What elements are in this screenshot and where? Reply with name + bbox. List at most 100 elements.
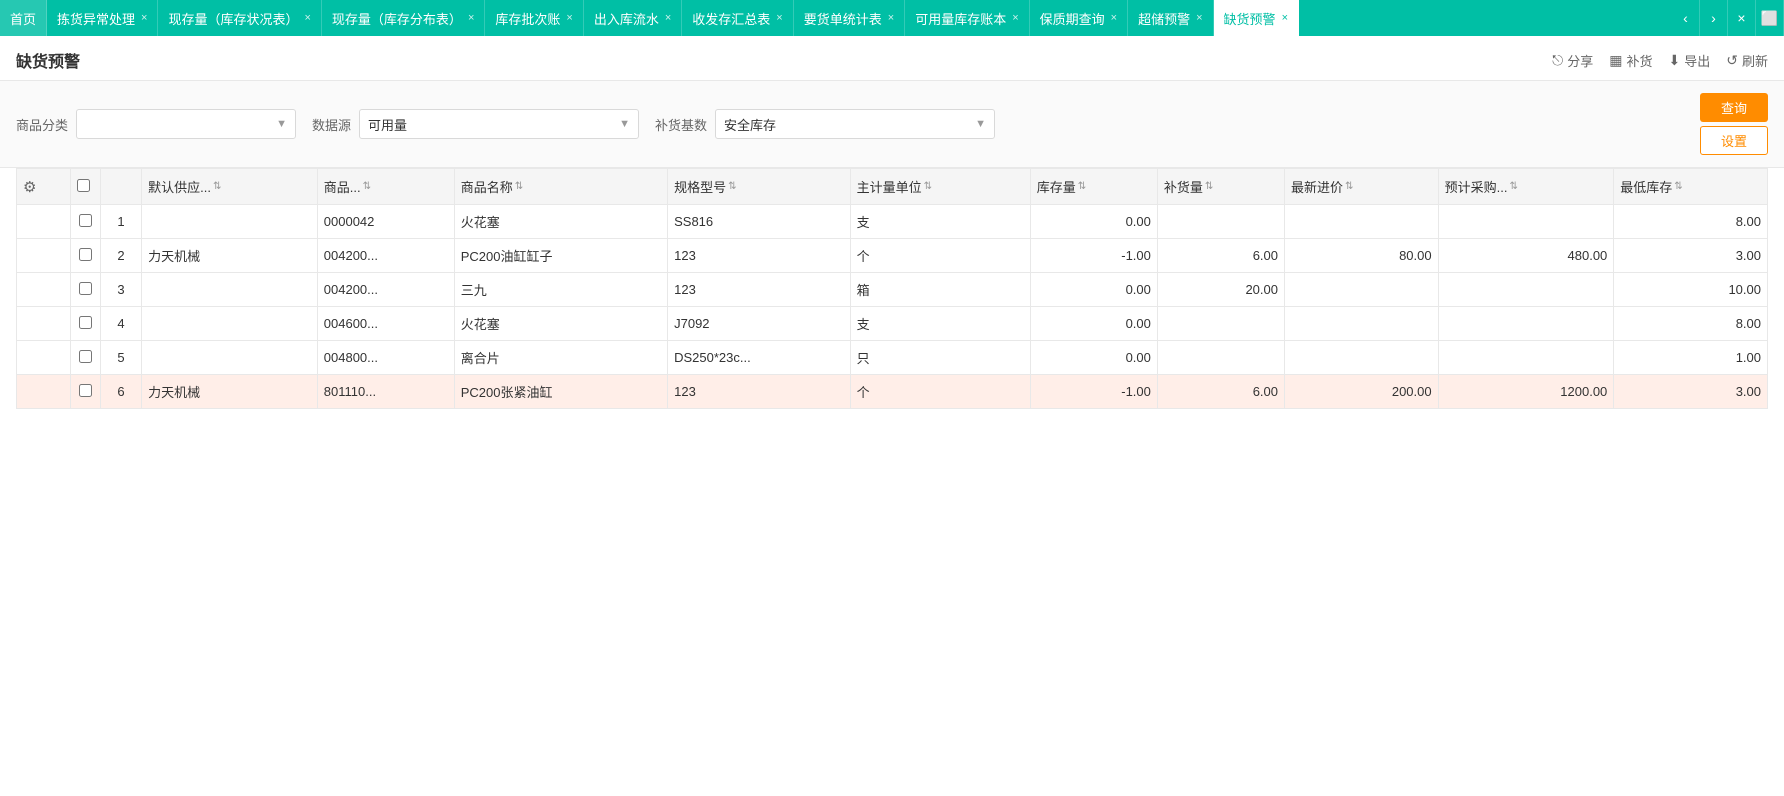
row-checkbox-1[interactable]	[79, 248, 92, 261]
row-num-5: 6	[100, 375, 141, 409]
close-tab-req[interactable]: ×	[888, 12, 894, 24]
row-replenish-3	[1157, 307, 1284, 341]
table-row: 3 004200... 三九 123 箱 0.00 20.00 10.00	[17, 273, 1768, 307]
sort-unit-icon[interactable]: ⇅	[924, 181, 932, 192]
row-checkbox-cell	[70, 239, 100, 273]
filter-actions: 查询 设置	[1700, 93, 1768, 155]
sort-supplier-icon[interactable]: ⇅	[213, 181, 221, 192]
nav-tab-picking[interactable]: 拣货异常处理 ×	[47, 0, 158, 36]
close-tab-expiry[interactable]: ×	[1111, 12, 1117, 24]
replenish-button[interactable]: ▦ 补货	[1609, 51, 1652, 70]
nav-next-arrow[interactable]: ›	[1700, 0, 1728, 36]
nav-tab-requisition[interactable]: 要货单统计表 ×	[794, 0, 905, 36]
category-select[interactable]: ▼	[76, 109, 296, 139]
refresh-button[interactable]: ↺ 刷新	[1726, 51, 1768, 70]
replenish-basis-select[interactable]: 安全库存 ▼	[715, 109, 995, 139]
row-est-3	[1438, 307, 1614, 341]
nav-prev-arrow[interactable]: ‹	[1672, 0, 1700, 36]
sort-spec-icon[interactable]: ⇅	[728, 181, 736, 192]
nav-tab-batch[interactable]: 库存批次账 ×	[485, 0, 583, 36]
close-tab-picking[interactable]: ×	[141, 12, 147, 24]
row-price-0	[1285, 205, 1439, 239]
category-label: 商品分类	[16, 115, 68, 134]
close-tab-flow[interactable]: ×	[665, 12, 671, 24]
nav-arrows: ‹ › × ⬜	[1672, 0, 1784, 36]
row-est-0	[1438, 205, 1614, 239]
row-price-1: 80.00	[1285, 239, 1439, 273]
row-spec-3: J7092	[668, 307, 851, 341]
col-header-product-name: 商品名称 ⇅	[454, 169, 667, 205]
row-supplier-1: 力天机械	[142, 239, 318, 273]
col-header-settings: ⚙	[17, 169, 71, 205]
row-checkbox-4[interactable]	[79, 350, 92, 363]
datasource-chevron-icon: ▼	[619, 118, 630, 130]
nav-tab-expiry[interactable]: 保质期查询 ×	[1030, 0, 1128, 36]
replenish-basis-label: 补货基数	[655, 115, 707, 134]
close-tab-inv-status[interactable]: ×	[304, 12, 310, 24]
row-spec-2: 123	[668, 273, 851, 307]
datasource-select[interactable]: 可用量 ▼	[359, 109, 639, 139]
close-tab-inv-dist[interactable]: ×	[468, 12, 474, 24]
row-replenish-4	[1157, 341, 1284, 375]
nav-tab-flow[interactable]: 出入库流水 ×	[584, 0, 682, 36]
close-tab-overstock[interactable]: ×	[1196, 12, 1202, 24]
nav-tab-overstock[interactable]: 超储预警 ×	[1128, 0, 1213, 36]
filter-bar: 商品分类 ▼ 数据源 可用量 ▼ 补货基数 安全库存 ▼ 查询 设置	[0, 81, 1784, 168]
row-checkbox-0[interactable]	[79, 214, 92, 227]
row-code-1: 004200...	[317, 239, 454, 273]
close-tab-summary[interactable]: ×	[776, 12, 782, 24]
sort-stock-icon[interactable]: ⇅	[1078, 181, 1086, 192]
sort-code-icon[interactable]: ⇅	[363, 181, 371, 192]
close-tab-batch[interactable]: ×	[566, 12, 572, 24]
table-row: 6 力天机械 801110... PC200张紧油缸 123 个 -1.00 6…	[17, 375, 1768, 409]
nav-tab-inventory-dist[interactable]: 现存量（库存分布表） ×	[322, 0, 485, 36]
close-tab-shortage[interactable]: ×	[1282, 12, 1288, 24]
row-checkbox-2[interactable]	[79, 282, 92, 295]
row-unit-3: 支	[850, 307, 1030, 341]
share-button[interactable]: ⎋ 分享	[1552, 51, 1593, 70]
table-settings-icon[interactable]: ⚙	[23, 179, 36, 196]
col-header-spec: 规格型号 ⇅	[668, 169, 851, 205]
nav-tab-summary[interactable]: 收发存汇总表 ×	[682, 0, 793, 36]
datasource-filter-group: 数据源 可用量 ▼	[312, 109, 639, 139]
row-price-3	[1285, 307, 1439, 341]
nav-close-all[interactable]: ×	[1728, 0, 1756, 36]
sort-min-icon[interactable]: ⇅	[1674, 181, 1682, 192]
nav-tab-home[interactable]: 首页	[0, 0, 47, 36]
row-minstock-2: 10.00	[1614, 273, 1768, 307]
row-checkbox-3[interactable]	[79, 316, 92, 329]
row-settings-cell	[17, 273, 71, 307]
row-supplier-3	[142, 307, 318, 341]
row-est-4	[1438, 341, 1614, 375]
row-stock-5: -1.00	[1030, 375, 1157, 409]
close-tab-avail[interactable]: ×	[1012, 12, 1018, 24]
sort-price-icon[interactable]: ⇅	[1345, 181, 1353, 192]
row-settings-cell	[17, 375, 71, 409]
replenish-basis-chevron-icon: ▼	[975, 118, 986, 130]
query-button[interactable]: 查询	[1700, 93, 1768, 122]
nav-tab-shortage[interactable]: 缺货预警 ×	[1214, 0, 1299, 36]
export-button[interactable]: ⬇ 导出	[1669, 51, 1711, 70]
page-title: 缺货预警	[16, 48, 80, 72]
row-est-2	[1438, 273, 1614, 307]
select-all-checkbox[interactable]	[77, 179, 90, 192]
row-num-3: 4	[100, 307, 141, 341]
col-header-unit: 主计量单位 ⇅	[850, 169, 1030, 205]
row-est-5: 1200.00	[1438, 375, 1614, 409]
sort-est-icon[interactable]: ⇅	[1509, 181, 1517, 192]
header-actions: ⎋ 分享 ▦ 补货 ⬇ 导出 ↺ 刷新	[1552, 51, 1768, 70]
nav-tab-available[interactable]: 可用量库存账本 ×	[905, 0, 1029, 36]
table-row: 1 0000042 火花塞 SS816 支 0.00 8.00	[17, 205, 1768, 239]
col-header-latest-price: 最新进价 ⇅	[1285, 169, 1439, 205]
nav-restore[interactable]: ⬜	[1756, 0, 1784, 36]
row-settings-cell	[17, 341, 71, 375]
row-settings-cell	[17, 307, 71, 341]
sort-replenish-icon[interactable]: ⇅	[1205, 181, 1213, 192]
table-row: 4 004600... 火花塞 J7092 支 0.00 8.00	[17, 307, 1768, 341]
row-name-3: 火花塞	[454, 307, 667, 341]
settings-button[interactable]: 设置	[1700, 126, 1768, 155]
sort-name-icon[interactable]: ⇅	[515, 181, 523, 192]
nav-tab-inventory-status[interactable]: 现存量（库存状况表） ×	[158, 0, 321, 36]
row-checkbox-5[interactable]	[79, 384, 92, 397]
row-est-1: 480.00	[1438, 239, 1614, 273]
